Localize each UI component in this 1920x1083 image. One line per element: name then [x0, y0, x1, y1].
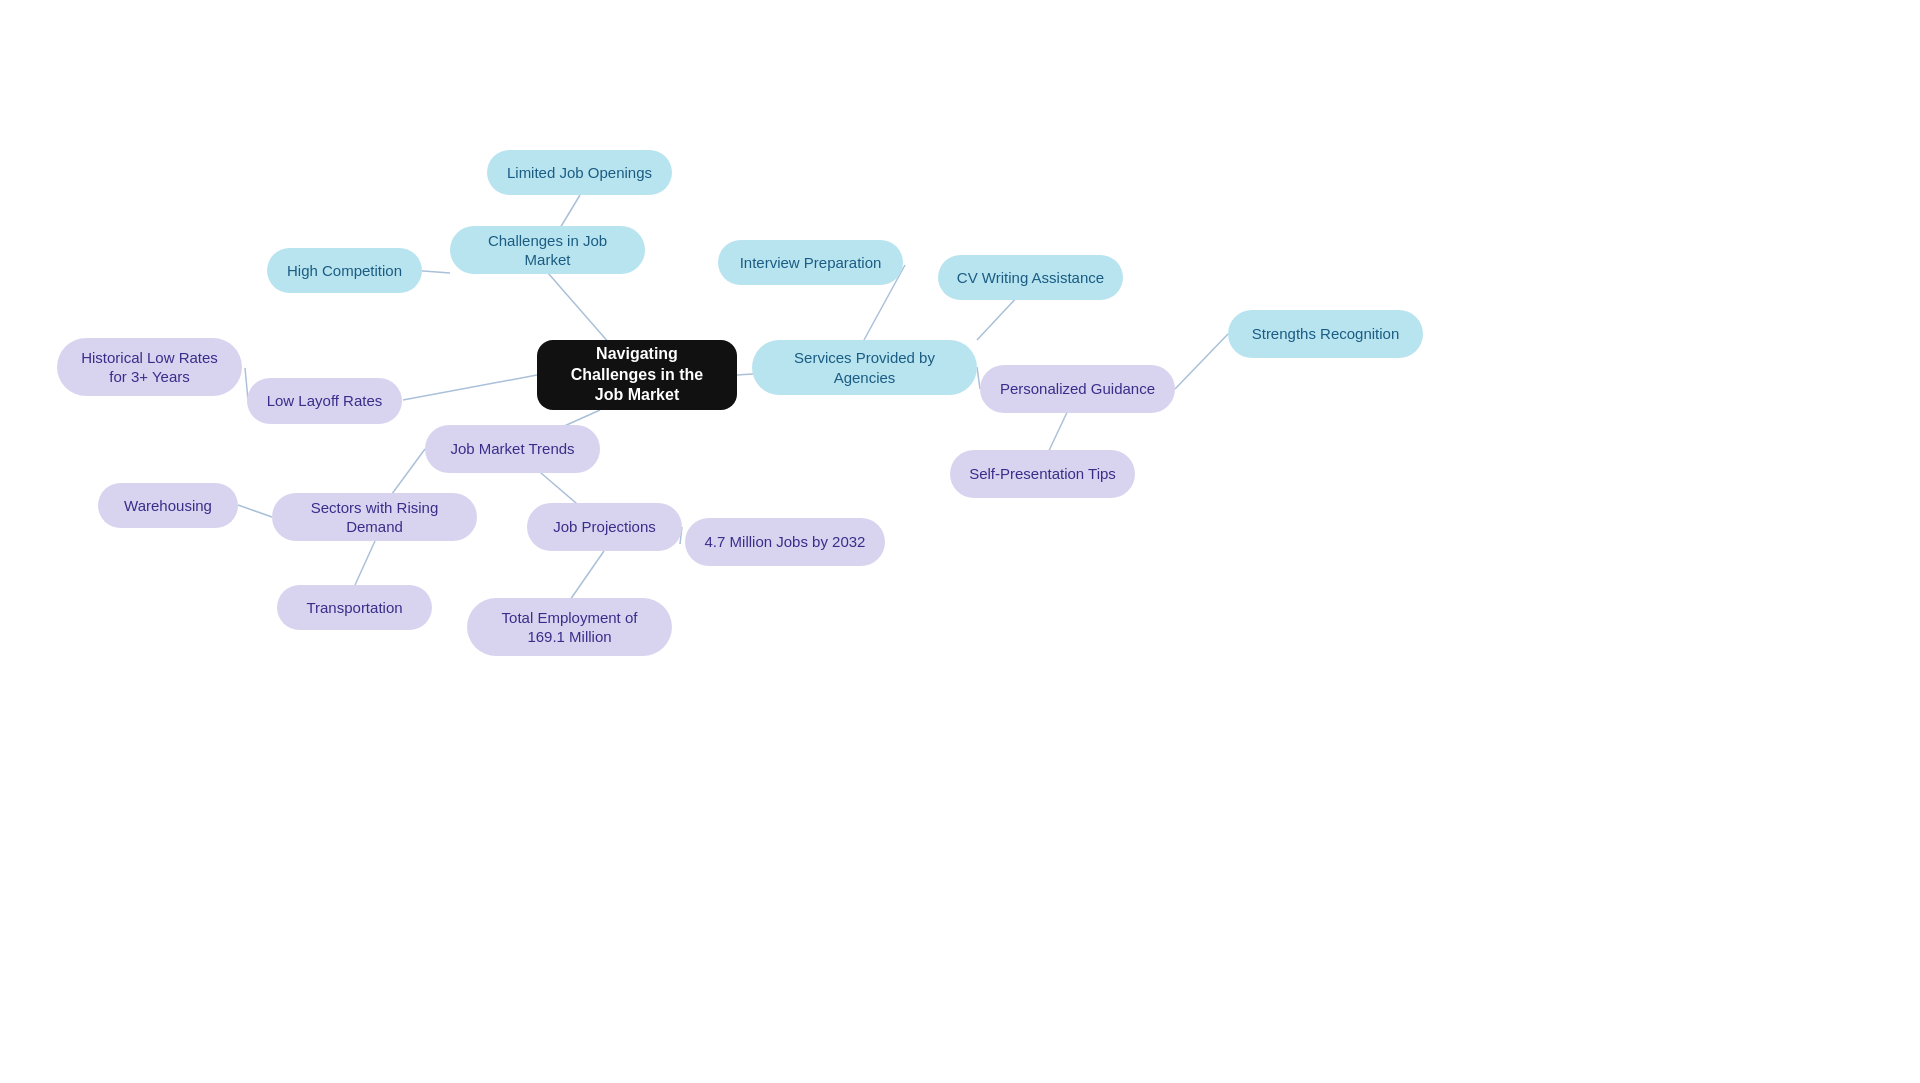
svg-line-11	[570, 551, 604, 600]
self-presentation-tips-node: Self-Presentation Tips	[950, 450, 1135, 498]
mind-map-connections	[0, 0, 1920, 1083]
services-agencies-node: Services Provided by Agencies	[752, 340, 977, 395]
strengths-recognition-node: Strengths Recognition	[1228, 310, 1423, 358]
svg-line-3	[403, 375, 537, 400]
million-jobs-node: 4.7 Million Jobs by 2032	[685, 518, 885, 566]
low-layoff-rates-node: Low Layoff Rates	[247, 378, 402, 424]
job-market-trends-node: Job Market Trends	[425, 425, 600, 473]
sectors-rising-demand-node: Sectors with Rising Demand	[272, 493, 477, 541]
warehousing-node: Warehousing	[98, 483, 238, 528]
total-employment-node: Total Employment of 169.1 Million	[467, 598, 672, 656]
svg-line-17	[1175, 334, 1228, 389]
svg-line-8	[355, 541, 375, 585]
svg-line-7	[238, 505, 272, 517]
job-projections-node: Job Projections	[527, 503, 682, 551]
limited-job-openings-node: Limited Job Openings	[487, 150, 672, 195]
historical-low-node: Historical Low Rates for 3+ Years	[57, 338, 242, 396]
personalized-guidance-node: Personalized Guidance	[980, 365, 1175, 413]
high-competition-node: High Competition	[267, 248, 422, 293]
cv-writing-node: CV Writing Assistance	[938, 255, 1123, 300]
challenges-job-market-node: Challenges in Job Market	[450, 226, 645, 274]
interview-preparation-node: Interview Preparation	[718, 240, 903, 285]
center-node: Navigating Challenges in the Job Market	[537, 340, 737, 410]
transportation-node: Transportation	[277, 585, 432, 630]
